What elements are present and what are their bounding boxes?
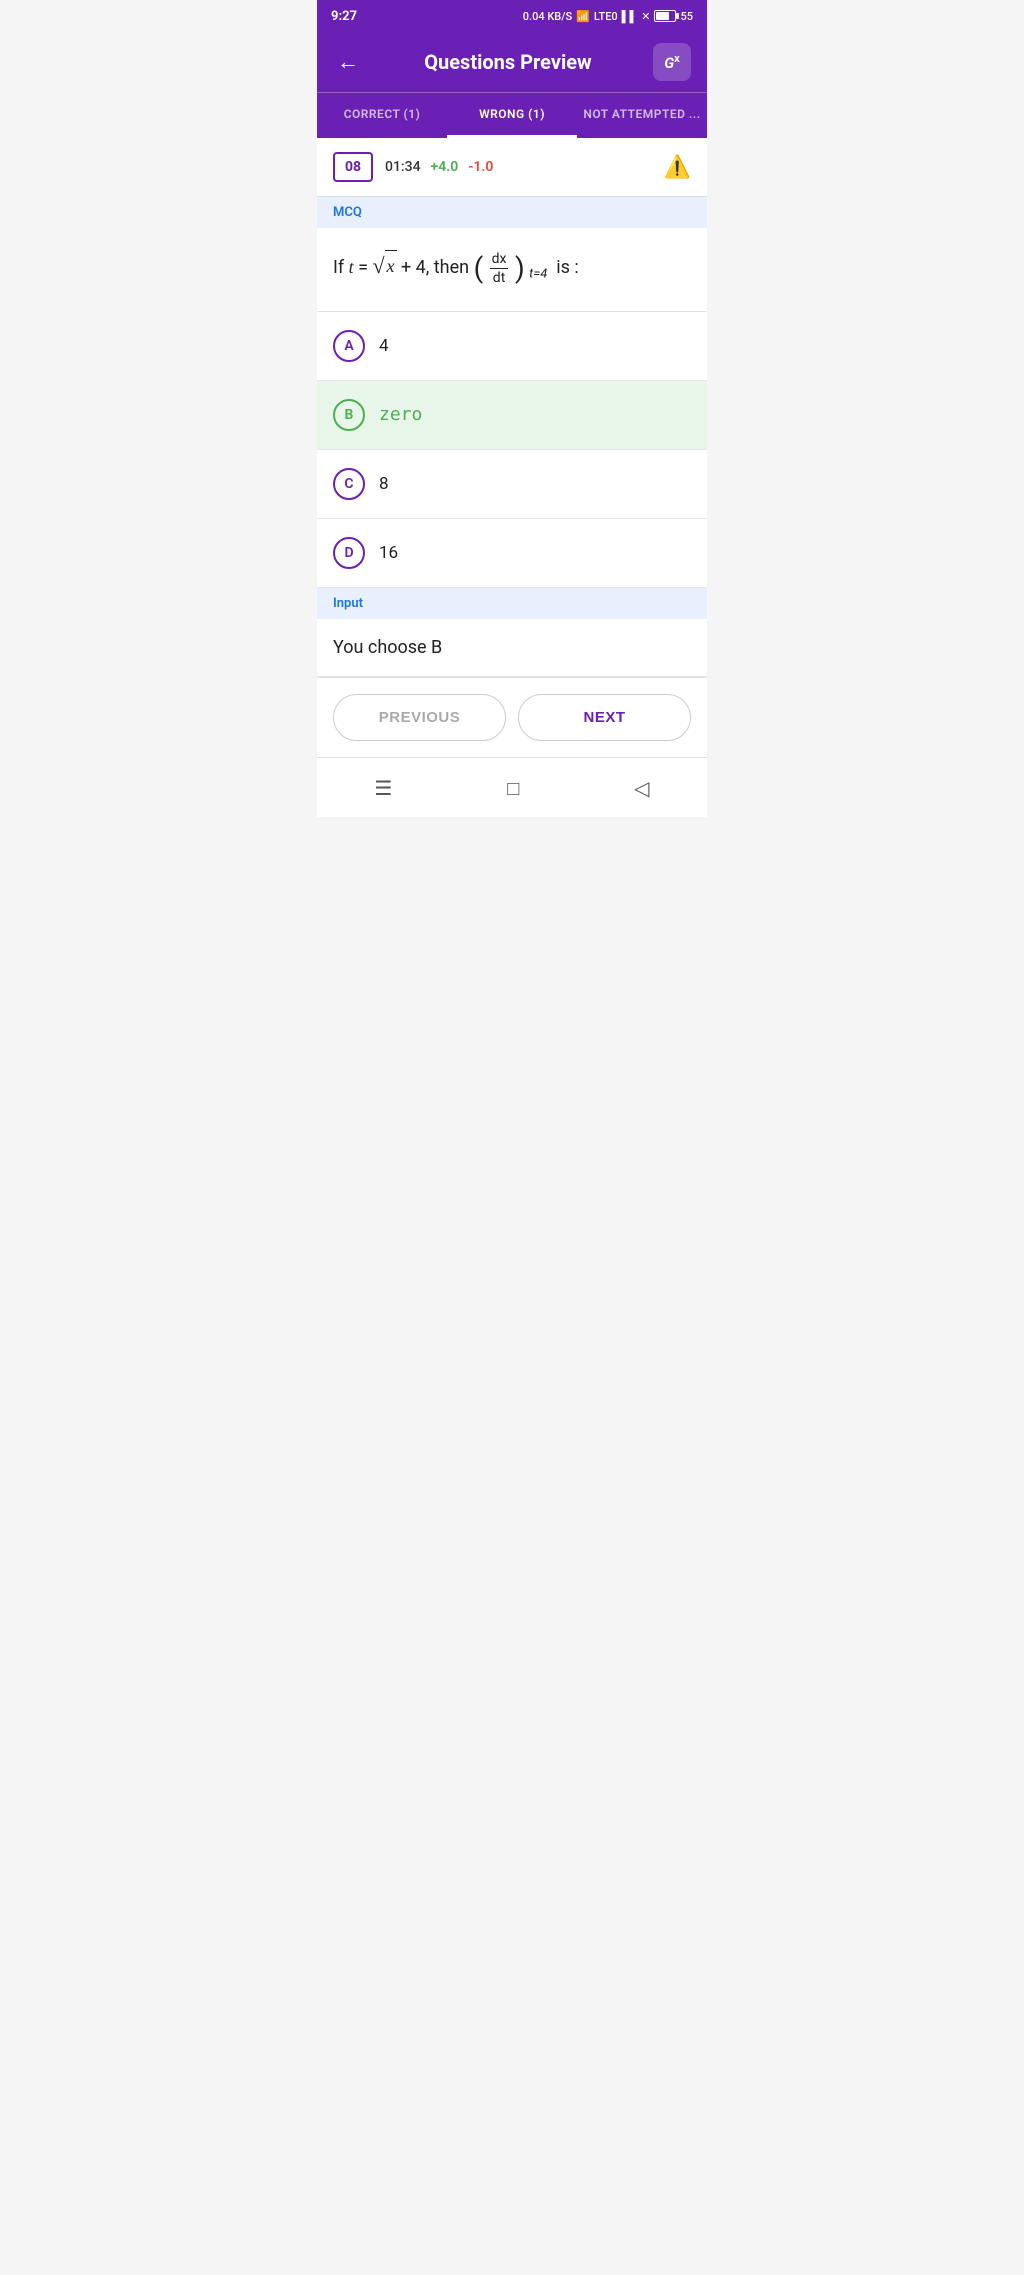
option-c-text: 8 — [379, 474, 389, 494]
wifi-icon: 📶 — [576, 10, 590, 23]
option-d[interactable]: D 16 — [317, 519, 707, 588]
question-header: 08 01:34 +4.0 -1.0 ⚠️ — [317, 138, 707, 197]
menu-icon[interactable]: ☰ — [354, 770, 412, 806]
option-a[interactable]: A 4 — [317, 312, 707, 381]
network-speed: 0.04 KB/S — [523, 10, 572, 23]
back-button[interactable]: ← — [333, 45, 363, 79]
tab-wrong[interactable]: WRONG (1) — [447, 93, 577, 138]
question-text: If t = √x + 4, then ( dx dt ) t=4 is : — [317, 228, 707, 312]
option-b-text: zero — [379, 404, 422, 425]
home-icon[interactable]: □ — [487, 770, 539, 807]
status-bar: 9:27 0.04 KB/S 📶 LTE0 ▌▌ ✕ 55 — [317, 0, 707, 32]
option-a-circle: A — [333, 330, 365, 362]
option-d-circle: D — [333, 537, 365, 569]
signal-bars: ▌▌ — [622, 10, 638, 23]
warning-icon: ⚠️ — [664, 155, 691, 180]
status-icons: 0.04 KB/S 📶 LTE0 ▌▌ ✕ 55 — [523, 10, 693, 23]
option-c-circle: C — [333, 468, 365, 500]
close-icon: ✕ — [641, 10, 650, 23]
page-title: Questions Preview — [363, 50, 653, 74]
navigation-buttons: PREVIOUS NEXT — [317, 677, 707, 757]
marks-positive: +4.0 — [431, 159, 459, 175]
status-time: 9:27 — [331, 9, 357, 24]
translate-button[interactable]: Gx — [653, 43, 691, 81]
battery-percent: 55 — [680, 10, 693, 23]
battery-icon — [654, 10, 676, 22]
option-a-text: 4 — [379, 336, 389, 356]
input-section-label: Input — [317, 588, 707, 619]
input-value: You choose B — [317, 619, 707, 677]
translate-icon: Gx — [664, 52, 680, 72]
question-type-label: MCQ — [317, 197, 707, 228]
tabs-container: CORRECT (1) WRONG (1) NOT ATTEMPTED ... — [317, 92, 707, 138]
previous-button[interactable]: PREVIOUS — [333, 694, 506, 741]
main-content: 08 01:34 +4.0 -1.0 ⚠️ MCQ If t = √x + 4,… — [317, 138, 707, 757]
option-c[interactable]: C 8 — [317, 450, 707, 519]
tab-not-attempted[interactable]: NOT ATTEMPTED ... — [577, 93, 707, 138]
marks-negative: -1.0 — [468, 159, 493, 175]
question-body: If t = √x + 4, then ( dx dt ) t=4 is : — [333, 257, 579, 278]
question-meta: 01:34 +4.0 -1.0 — [385, 159, 664, 175]
question-time: 01:34 — [385, 159, 421, 175]
back-nav-icon[interactable]: ◁ — [614, 770, 669, 806]
next-button[interactable]: NEXT — [518, 694, 691, 741]
bottom-nav: ☰ □ ◁ — [317, 757, 707, 817]
tab-correct[interactable]: CORRECT (1) — [317, 93, 447, 138]
network-type: LTE0 — [594, 10, 618, 23]
question-number: 08 — [333, 152, 373, 182]
option-b-circle: B — [333, 399, 365, 431]
option-b[interactable]: B zero — [317, 381, 707, 450]
app-header: ← Questions Preview Gx — [317, 32, 707, 92]
option-d-text: 16 — [379, 543, 398, 563]
sqrt-expression: √x — [372, 248, 396, 283]
